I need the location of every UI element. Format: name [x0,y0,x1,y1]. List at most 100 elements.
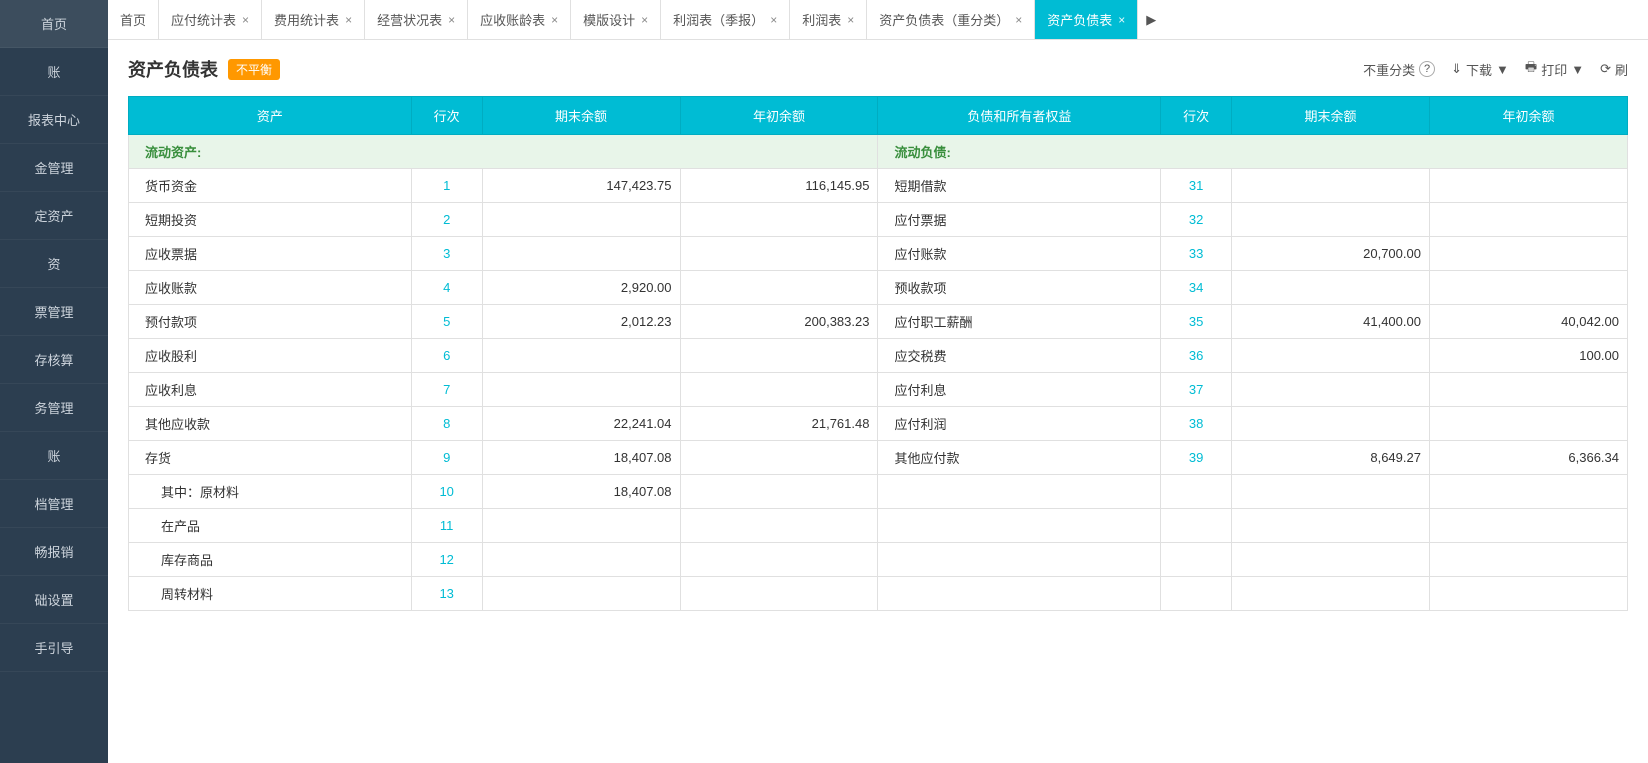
balance-table: 资产 行次 期末余额 年初余额 负债和所有者权益 行次 期末余额 年初余额 流动… [128,96,1628,611]
tab-profit[interactable]: 利润表 × [790,0,867,40]
right-end-balance [1232,169,1430,203]
right-year-start: 100.00 [1429,339,1627,373]
left-end-balance [482,577,680,611]
left-year-start [680,509,878,543]
header-asset: 资产 [129,97,412,135]
tab-template-design[interactable]: 模版设计 × [571,0,661,40]
table-row: 存货 9 18,407.08 其他应付款 39 8,649.27 6,366.3… [129,441,1628,475]
close-tab-expense-stats[interactable]: × [345,13,352,27]
tab-business-status[interactable]: 经营状况表 × [365,0,468,40]
tab-balance[interactable]: 资产负债表 × [1035,0,1138,40]
right-item-name [878,577,1161,611]
right-row-num: 37 [1161,373,1232,407]
sidebar-item-account[interactable]: 账 [0,48,108,96]
left-item-name: 货币资金 [129,169,412,203]
header-liability-equity: 负债和所有者权益 [878,97,1161,135]
left-end-balance [482,543,680,577]
sidebar-item-inventory[interactable]: 存核算 [0,336,108,384]
classification-selector[interactable]: 不重分类 ? [1363,60,1435,79]
close-tab-profit[interactable]: × [847,13,854,27]
right-row-num: 31 [1161,169,1232,203]
table-row: 在产品 11 [129,509,1628,543]
close-tab-business-status[interactable]: × [448,13,455,27]
table-row: 其他应收款 8 22,241.04 21,761.48 应付利润 38 [129,407,1628,441]
right-year-start: 6,366.34 [1429,441,1627,475]
left-end-balance [482,373,680,407]
sidebar-item-basic-settings[interactable]: 础设置 [0,576,108,624]
left-item-name: 应收账款 [129,271,412,305]
left-end-balance [482,237,680,271]
left-item-name: 其他应收款 [129,407,412,441]
right-row-num: 39 [1161,441,1232,475]
download-button[interactable]: ⇓ 下载 ▼ [1451,60,1509,79]
right-item-name: 其他应付款 [878,441,1161,475]
print-button[interactable]: 🖶 打印 ▼ [1525,58,1584,80]
dropdown-arrow-icon-print: ▼ [1571,62,1584,77]
right-year-start [1429,475,1627,509]
header-right-row: 行次 [1161,97,1232,135]
page-header: 资产负债表 不平衡 不重分类 ? ⇓ 下载 ▼ 🖶 打印 ▼ [128,56,1628,82]
right-year-start [1429,271,1627,305]
close-tab-template-design[interactable]: × [641,13,648,27]
right-year-start [1429,169,1627,203]
left-year-start [680,373,878,407]
close-tab-balance[interactable]: × [1118,13,1125,27]
right-section-label: 流动负债: [878,135,1628,169]
sidebar-item-home[interactable]: 首页 [0,0,108,48]
tab-expense-stats[interactable]: 费用统计表 × [262,0,365,40]
left-item-name: 应收股利 [129,339,412,373]
right-end-balance [1232,407,1430,441]
left-end-balance: 2,920.00 [482,271,680,305]
left-end-balance [482,339,680,373]
refresh-button[interactable]: ⟳ 刷 [1600,60,1628,79]
left-year-start [680,339,878,373]
right-item-name: 应交税费 [878,339,1161,373]
sidebar-item-archive[interactable]: 档管理 [0,480,108,528]
sidebar-item-ledger[interactable]: 账 [0,432,108,480]
sidebar-item-fixed-assets[interactable]: 定资产 [0,192,108,240]
right-end-balance [1232,373,1430,407]
tab-profit-quarterly[interactable]: 利润表（季报） × [661,0,790,40]
refresh-icon: ⟳ [1600,61,1611,77]
tab-payable-stats[interactable]: 应付统计表 × [159,0,262,40]
right-item-name: 应付利息 [878,373,1161,407]
right-row-num: 38 [1161,407,1232,441]
sidebar: 首页 账 报表中心 金管理 定资产 资 票管理 存核算 务管理 账 档管理 畅报… [0,0,108,763]
right-year-start [1429,373,1627,407]
tab-receivable-aging[interactable]: 应收账龄表 × [468,0,571,40]
left-row-num: 6 [411,339,482,373]
tab-balance-reclassify[interactable]: 资产负债表（重分类） × [867,0,1035,40]
left-end-balance [482,203,680,237]
main-area: 首页 应付统计表 × 费用统计表 × 经营状况表 × 应收账龄表 × 模版设计 … [108,0,1648,763]
left-year-start [680,203,878,237]
left-year-start [680,475,878,509]
close-tab-payable-stats[interactable]: × [242,13,249,27]
download-icon: ⇓ [1451,61,1462,77]
sidebar-item-expense[interactable]: 畅报销 [0,528,108,576]
left-item-name: 其中：原材料 [129,475,412,509]
table-row: 应收股利 6 应交税费 36 100.00 [129,339,1628,373]
sidebar-item-report-center[interactable]: 报表中心 [0,96,108,144]
close-tab-profit-quarterly[interactable]: × [770,13,777,27]
right-item-name: 预收款项 [878,271,1161,305]
right-end-balance [1232,543,1430,577]
right-year-start [1429,237,1627,271]
close-tab-balance-reclassify[interactable]: × [1015,13,1022,27]
left-item-name: 短期投资 [129,203,412,237]
sidebar-item-guide[interactable]: 手引导 [0,624,108,672]
right-row-num [1161,509,1232,543]
right-row-num: 35 [1161,305,1232,339]
close-tab-receivable-aging[interactable]: × [551,13,558,27]
sidebar-item-business[interactable]: 务管理 [0,384,108,432]
sidebar-item-asset[interactable]: 资 [0,240,108,288]
tab-more-button[interactable]: ▶ [1138,0,1164,40]
header-actions: 不重分类 ? ⇓ 下载 ▼ 🖶 打印 ▼ ⟳ 刷 [1363,58,1628,80]
tab-home[interactable]: 首页 [108,0,159,40]
help-icon[interactable]: ? [1419,61,1435,77]
left-row-num: 7 [411,373,482,407]
left-item-name: 预付款项 [129,305,412,339]
left-end-balance: 18,407.08 [482,441,680,475]
right-year-start [1429,407,1627,441]
sidebar-item-fund-management[interactable]: 金管理 [0,144,108,192]
sidebar-item-ticket[interactable]: 票管理 [0,288,108,336]
